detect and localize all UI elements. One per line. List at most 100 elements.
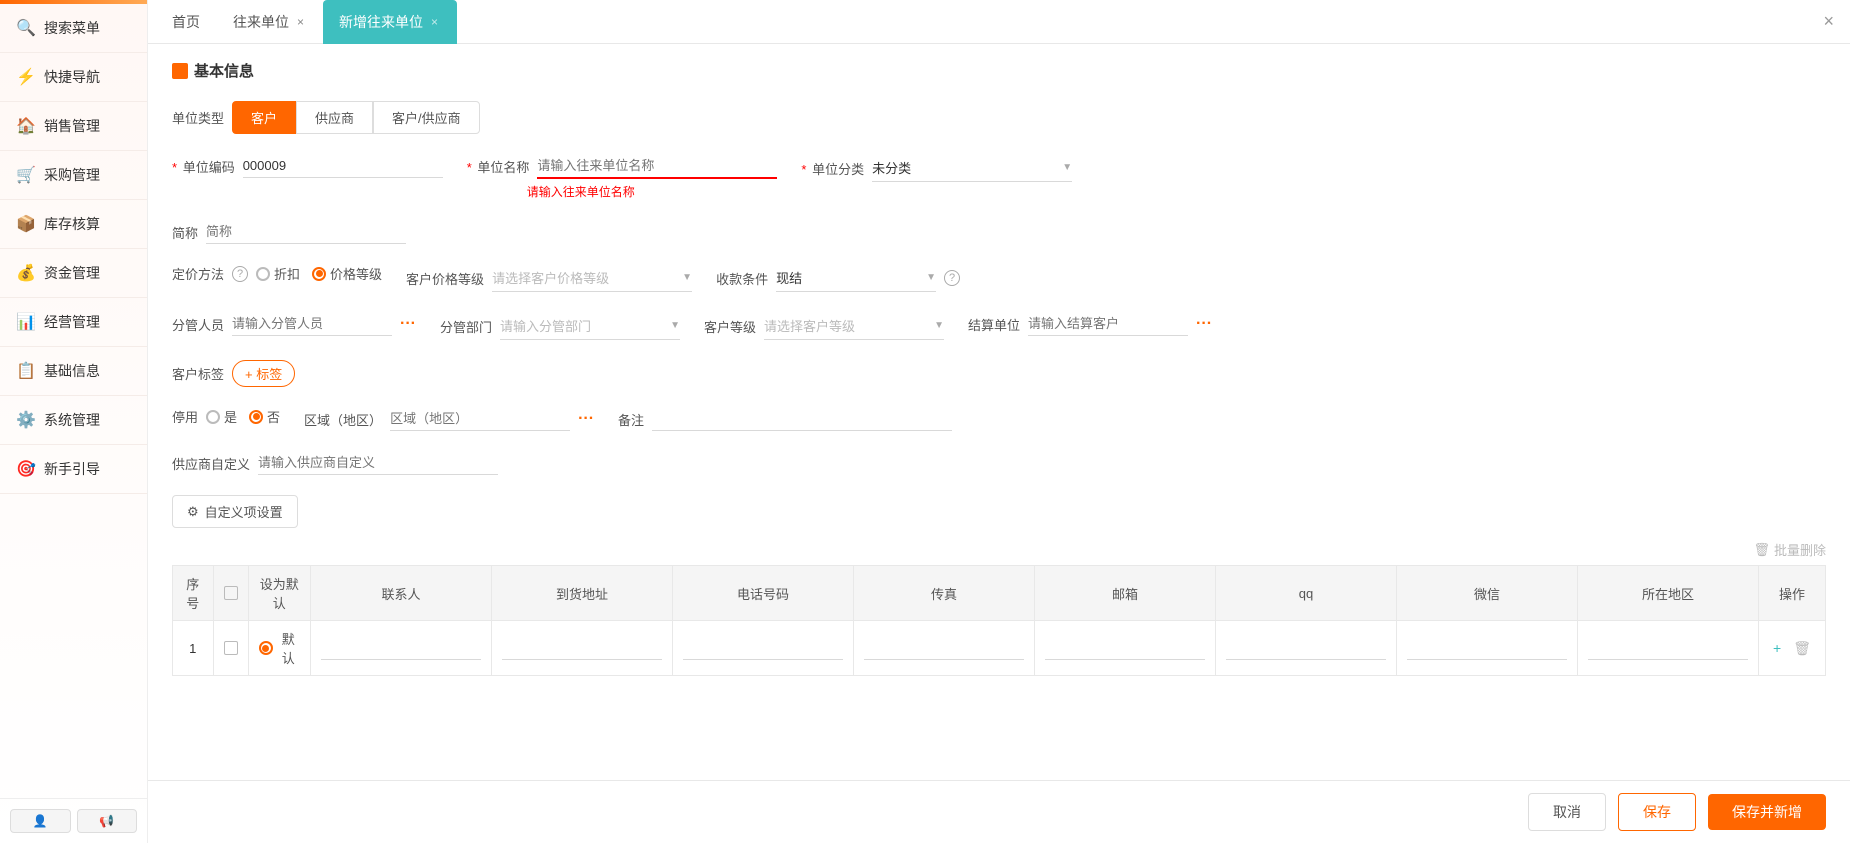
pricing-discount-circle — [256, 267, 270, 281]
supplier-custom-input[interactable] — [258, 451, 498, 475]
save-btn[interactable]: 保存 — [1618, 793, 1696, 831]
email-input[interactable] — [1045, 636, 1205, 660]
tab-partners[interactable]: 往来单位 × — [217, 0, 323, 44]
address-input[interactable] — [502, 636, 662, 660]
sidebar-item-operations[interactable]: 📊经营管理 — [0, 298, 147, 347]
sidebar-label-sales: 销售管理 — [44, 116, 100, 136]
section-title: 基本信息 — [172, 60, 1826, 81]
pricing-help-icon[interactable]: ? — [232, 266, 248, 282]
custom-settings-btn[interactable]: ⚙ 自定义项设置 — [172, 495, 298, 528]
window-close-btn[interactable]: × — [1815, 7, 1842, 36]
disabled-no[interactable]: 否 — [249, 407, 280, 426]
sidebar-label-finance: 资金管理 — [44, 263, 100, 283]
supplier-custom-label: 供应商自定义 — [172, 454, 250, 473]
unit-category-star: * — [801, 162, 806, 177]
customer-level-placeholder: 请选择客户等级 — [764, 316, 855, 335]
unit-type-label: 单位类型 — [172, 108, 224, 127]
region-table-input[interactable] — [1588, 636, 1748, 660]
sidebar-item-sales[interactable]: 🏠销售管理 — [0, 102, 147, 151]
sidebar-item-system[interactable]: ⚙️系统管理 — [0, 396, 147, 445]
sidebar-item-new-guide[interactable]: 🎯新手引导 — [0, 445, 147, 494]
department-select[interactable]: 请输入分管部门 ▼ — [500, 312, 680, 340]
region-input[interactable] — [390, 407, 570, 431]
disabled-field: 停用 是 否 — [172, 407, 280, 426]
add-tag-btn[interactable]: + 标签 — [232, 360, 295, 387]
sidebar-label-system: 系统管理 — [44, 410, 100, 430]
unit-type-both[interactable]: 客户/供应商 — [373, 101, 480, 134]
notes-input[interactable] — [652, 407, 952, 431]
default-radio[interactable]: 默认 — [259, 629, 301, 667]
custom-settings-icon: ⚙ — [187, 504, 199, 520]
wechat-input[interactable] — [1407, 636, 1567, 660]
settlement-more-btn[interactable]: ··· — [1196, 315, 1212, 333]
form-content: 基本信息 单位类型 客户 供应商 客户/供应商 * 单位编码 — [148, 44, 1850, 780]
phone-input[interactable] — [683, 636, 843, 660]
manager-more-btn[interactable]: ··· — [400, 315, 416, 333]
td-default: 默认 — [248, 621, 311, 676]
customer-level-select[interactable]: 请选择客户等级 ▼ — [764, 312, 944, 340]
contact-input[interactable] — [321, 636, 481, 660]
sidebar-label-operations: 经营管理 — [44, 312, 100, 332]
unit-type-group: 客户 供应商 客户/供应商 — [232, 101, 480, 134]
unit-category-select[interactable]: 未分类 ▼ — [872, 154, 1072, 182]
pricing-radio-group: 折扣 价格等级 — [256, 264, 382, 283]
sidebar-bottom: 👤 📢 — [0, 798, 147, 843]
sidebar-item-quick-nav[interactable]: ⚡快捷导航 — [0, 53, 147, 102]
pricing-discount[interactable]: 折扣 — [256, 264, 300, 283]
sidebar-item-search-menu[interactable]: 🔍搜索菜单 — [0, 4, 147, 53]
department-field: 分管部门 请输入分管部门 ▼ — [440, 312, 680, 340]
sidebar: 🔍搜索菜单⚡快捷导航🏠销售管理🛒采购管理 📦 库存核算 💰 资金管理 📊经营管理📋基础信息… — [0, 0, 148, 843]
tab-partners-close[interactable]: × — [295, 13, 306, 31]
sidebar-item-finance[interactable]: 💰 资金管理 — [0, 249, 147, 298]
section-icon — [172, 63, 188, 79]
th-phone: 电话号码 — [673, 566, 854, 621]
tab-home[interactable]: 首页 — [156, 0, 217, 44]
sidebar-icon-inventory: 📦 — [16, 214, 36, 234]
unit-category-label: * 单位分类 — [801, 159, 864, 178]
cancel-btn[interactable]: 取消 — [1528, 793, 1606, 831]
unit-category-value: 未分类 — [872, 158, 911, 177]
disabled-yes[interactable]: 是 — [206, 407, 237, 426]
default-label: 默认 — [277, 629, 301, 667]
td-contact — [311, 621, 492, 676]
unit-name-field: * 单位名称 请输入往来单位名称 — [467, 154, 778, 200]
save-new-btn[interactable]: 保存并新增 — [1708, 794, 1826, 830]
batch-delete-btn[interactable]: 🗑 批量删除 — [1753, 540, 1826, 559]
unit-name-input[interactable] — [537, 154, 777, 179]
disabled-row: 停用 是 否 区域（地区） ··· 备注 — [172, 407, 1826, 431]
unit-type-customer[interactable]: 客户 — [232, 101, 296, 134]
select-all-checkbox[interactable] — [224, 586, 238, 600]
sidebar-icon-finance: 💰 — [16, 263, 36, 283]
sidebar-user-btn[interactable]: 👤 — [10, 809, 71, 833]
unit-type-supplier[interactable]: 供应商 — [296, 101, 373, 134]
sidebar-item-inventory[interactable]: 📦 库存核算 — [0, 200, 147, 249]
short-name-input[interactable] — [206, 220, 406, 244]
sidebar-label-inventory: 库存核算 — [44, 214, 100, 234]
settlement-input[interactable] — [1028, 312, 1188, 336]
sidebar-notify-btn[interactable]: 📢 — [77, 809, 138, 833]
payment-terms-select[interactable]: 现结 ▼ — [776, 264, 936, 292]
tab-new-partner[interactable]: 新增往来单位 × — [323, 0, 457, 44]
sidebar-item-basic-info[interactable]: 📋基础信息 — [0, 347, 147, 396]
pricing-level[interactable]: 价格等级 — [312, 264, 382, 283]
add-row-btn[interactable]: + — [1769, 638, 1785, 658]
supplier-custom-field: 供应商自定义 — [172, 451, 498, 475]
tab-new-partner-close[interactable]: × — [429, 13, 440, 31]
sidebar-icon-basic-info: 📋 — [16, 361, 36, 381]
sidebar-item-purchase[interactable]: 🛒采购管理 — [0, 151, 147, 200]
unit-code-input[interactable] — [243, 154, 443, 178]
fax-input[interactable] — [864, 636, 1024, 660]
qq-input[interactable] — [1226, 636, 1386, 660]
payment-help-icon[interactable]: ? — [944, 270, 960, 286]
th-qq: qq — [1216, 566, 1397, 621]
row-checkbox[interactable] — [224, 641, 238, 655]
tab-new-partner-label: 新增往来单位 — [339, 12, 423, 32]
price-level-placeholder: 请选择客户价格等级 — [492, 268, 609, 287]
th-address: 到货地址 — [492, 566, 673, 621]
price-level-select[interactable]: 请选择客户价格等级 ▼ — [492, 264, 692, 292]
payment-terms-arrow: ▼ — [926, 272, 936, 283]
manager-input[interactable] — [232, 312, 392, 336]
region-more-btn[interactable]: ··· — [578, 410, 594, 428]
delete-row-btn[interactable]: 🗑 — [1789, 638, 1815, 659]
th-seq: 序号 — [173, 566, 214, 621]
